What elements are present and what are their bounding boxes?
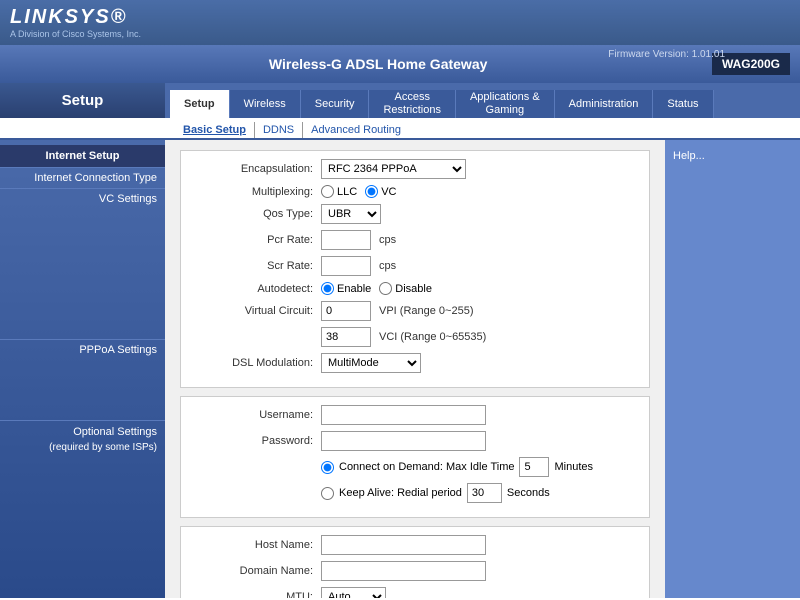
sub-tab-basic-setup[interactable]: Basic Setup bbox=[175, 122, 255, 138]
autodetect-row: Autodetect: Enable Disable bbox=[193, 282, 637, 295]
host-name-label: Host Name: bbox=[193, 539, 313, 551]
tab-wireless[interactable]: Wireless bbox=[230, 90, 301, 118]
domain-name-row: Domain Name: bbox=[193, 561, 637, 581]
username-input[interactable] bbox=[321, 405, 486, 425]
internet-setup-section: Encapsulation: RFC 2364 PPPoA RFC 1483 B… bbox=[180, 150, 650, 388]
sidebar-section-internet-setup: Internet Setup bbox=[0, 145, 165, 167]
pcr-rate-row: Pcr Rate: cps bbox=[193, 230, 637, 250]
vci-range: VCI (Range 0~65535) bbox=[379, 331, 486, 343]
multiplexing-radio-group: LLC VC bbox=[321, 185, 396, 198]
disable-radio-label[interactable]: Disable bbox=[379, 282, 432, 295]
sub-nav: Basic Setup DDNS Advanced Routing bbox=[0, 118, 800, 140]
autodetect-disable-radio[interactable] bbox=[379, 282, 392, 295]
sidebar-item-vc-settings[interactable]: VC Settings bbox=[0, 188, 165, 209]
nav-bar: Firmware Version: 1.01.01 Wireless-G ADS… bbox=[0, 45, 800, 83]
tab-applications-gaming[interactable]: Applications &Gaming bbox=[456, 90, 555, 118]
main-content: Encapsulation: RFC 2364 PPPoA RFC 1483 B… bbox=[165, 140, 665, 598]
scr-rate-row: Scr Rate: cps bbox=[193, 256, 637, 276]
dsl-select[interactable]: MultiMode ADSL2+ ADSL2 ADSL-G.dmt ADSL-T… bbox=[321, 353, 421, 373]
tab-setup[interactable]: Setup bbox=[170, 90, 230, 118]
virtual-circuit-label: Virtual Circuit: bbox=[193, 305, 313, 317]
logo-area: LINKSYS® A Division of Cisco Systems, In… bbox=[10, 6, 141, 39]
vpi-input[interactable] bbox=[321, 301, 371, 321]
encapsulation-label: Encapsulation: bbox=[193, 163, 313, 175]
dsl-modulation-row: DSL Modulation: MultiMode ADSL2+ ADSL2 A… bbox=[193, 353, 637, 373]
password-row: Password: bbox=[193, 431, 637, 451]
dsl-label: DSL Modulation: bbox=[193, 357, 313, 369]
tab-administration[interactable]: Administration bbox=[555, 90, 654, 118]
pcr-input[interactable] bbox=[321, 230, 371, 250]
vpi-range: VPI (Range 0~255) bbox=[379, 305, 473, 317]
redial-period-input[interactable] bbox=[467, 483, 502, 503]
keep-alive-radio[interactable] bbox=[321, 487, 334, 500]
vc-radio[interactable] bbox=[365, 185, 378, 198]
logo-linksys: LINKSYS® bbox=[10, 6, 141, 29]
scr-label: Scr Rate: bbox=[193, 260, 313, 272]
sub-tab-advanced-routing[interactable]: Advanced Routing bbox=[303, 122, 409, 138]
sidebar-item-pppoa-settings[interactable]: PPPoA Settings bbox=[0, 339, 165, 360]
connect-demand-radio[interactable] bbox=[321, 461, 334, 474]
mtu-label: MTU: bbox=[193, 591, 313, 598]
pcr-label: Pcr Rate: bbox=[193, 234, 313, 246]
host-name-input[interactable] bbox=[321, 535, 486, 555]
autodetect-radio-group: Enable Disable bbox=[321, 282, 432, 295]
vci-input[interactable] bbox=[321, 327, 371, 347]
domain-name-input[interactable] bbox=[321, 561, 486, 581]
help-panel: Help... bbox=[665, 140, 800, 598]
vci-row: VCI (Range 0~65535) bbox=[193, 327, 637, 347]
scr-unit: cps bbox=[379, 260, 396, 272]
sidebar-item-optional-settings[interactable]: Optional Settings(required by some ISPs) bbox=[0, 420, 165, 460]
vpi-row: Virtual Circuit: VPI (Range 0~255) bbox=[193, 301, 637, 321]
keep-alive-row: Keep Alive: Redial period Seconds bbox=[193, 483, 637, 503]
autodetect-enable-radio[interactable] bbox=[321, 282, 334, 295]
mtu-select[interactable]: Auto Manual bbox=[321, 587, 386, 598]
llc-radio-label[interactable]: LLC bbox=[321, 185, 357, 198]
top-header: LINKSYS® A Division of Cisco Systems, In… bbox=[0, 0, 800, 45]
multiplexing-row: Multiplexing: LLC VC bbox=[193, 185, 637, 198]
help-label: Help... bbox=[673, 150, 705, 162]
password-input[interactable] bbox=[321, 431, 486, 451]
firmware-version: Firmware Version: 1.01.01 bbox=[608, 49, 725, 60]
multiplexing-label: Multiplexing: bbox=[193, 186, 313, 198]
connect-demand-row: Connect on Demand: Max Idle Time Minutes bbox=[193, 457, 637, 477]
mtu-row: MTU: Auto Manual bbox=[193, 587, 637, 598]
qos-label: Qos Type: bbox=[193, 208, 313, 220]
autodetect-label: Autodetect: bbox=[193, 283, 313, 295]
domain-name-label: Domain Name: bbox=[193, 565, 313, 577]
page-body: Internet Setup Internet Connection Type … bbox=[0, 140, 800, 598]
pppoa-settings-section: Username: Password: Connect on Demand: M… bbox=[180, 396, 650, 518]
connect-demand-radio-label[interactable]: Connect on Demand: Max Idle Time Minutes bbox=[321, 457, 593, 477]
enable-radio-label[interactable]: Enable bbox=[321, 282, 371, 295]
keep-alive-radio-label[interactable]: Keep Alive: Redial period Seconds bbox=[321, 483, 550, 503]
qos-row: Qos Type: UBR CBR VBR bbox=[193, 204, 637, 224]
vc-radio-label[interactable]: VC bbox=[365, 185, 396, 198]
pcr-unit: cps bbox=[379, 234, 396, 246]
nav-bar-title: Wireless-G ADSL Home Gateway bbox=[269, 56, 488, 72]
page-title: Setup bbox=[62, 92, 104, 109]
username-row: Username: bbox=[193, 405, 637, 425]
sidebar-item-internet-connection-type[interactable]: Internet Connection Type bbox=[0, 167, 165, 188]
sidebar: Internet Setup Internet Connection Type … bbox=[0, 140, 165, 598]
sub-tab-ddns[interactable]: DDNS bbox=[255, 122, 303, 138]
scr-input[interactable] bbox=[321, 256, 371, 276]
tab-status[interactable]: Status bbox=[653, 90, 713, 118]
max-idle-time-input[interactable] bbox=[519, 457, 549, 477]
username-label: Username: bbox=[193, 409, 313, 421]
password-label: Password: bbox=[193, 435, 313, 447]
qos-select[interactable]: UBR CBR VBR bbox=[321, 204, 381, 224]
tab-security[interactable]: Security bbox=[301, 90, 370, 118]
tab-access-restrictions[interactable]: AccessRestrictions bbox=[369, 90, 455, 118]
encapsulation-row: Encapsulation: RFC 2364 PPPoA RFC 1483 B… bbox=[193, 159, 637, 179]
optional-settings-section: Host Name: Domain Name: MTU: Auto Manual… bbox=[180, 526, 650, 598]
encapsulation-select[interactable]: RFC 2364 PPPoA RFC 1483 Bridged RFC 1483… bbox=[321, 159, 466, 179]
llc-radio[interactable] bbox=[321, 185, 334, 198]
host-name-row: Host Name: bbox=[193, 535, 637, 555]
logo-sub: A Division of Cisco Systems, Inc. bbox=[10, 29, 141, 39]
